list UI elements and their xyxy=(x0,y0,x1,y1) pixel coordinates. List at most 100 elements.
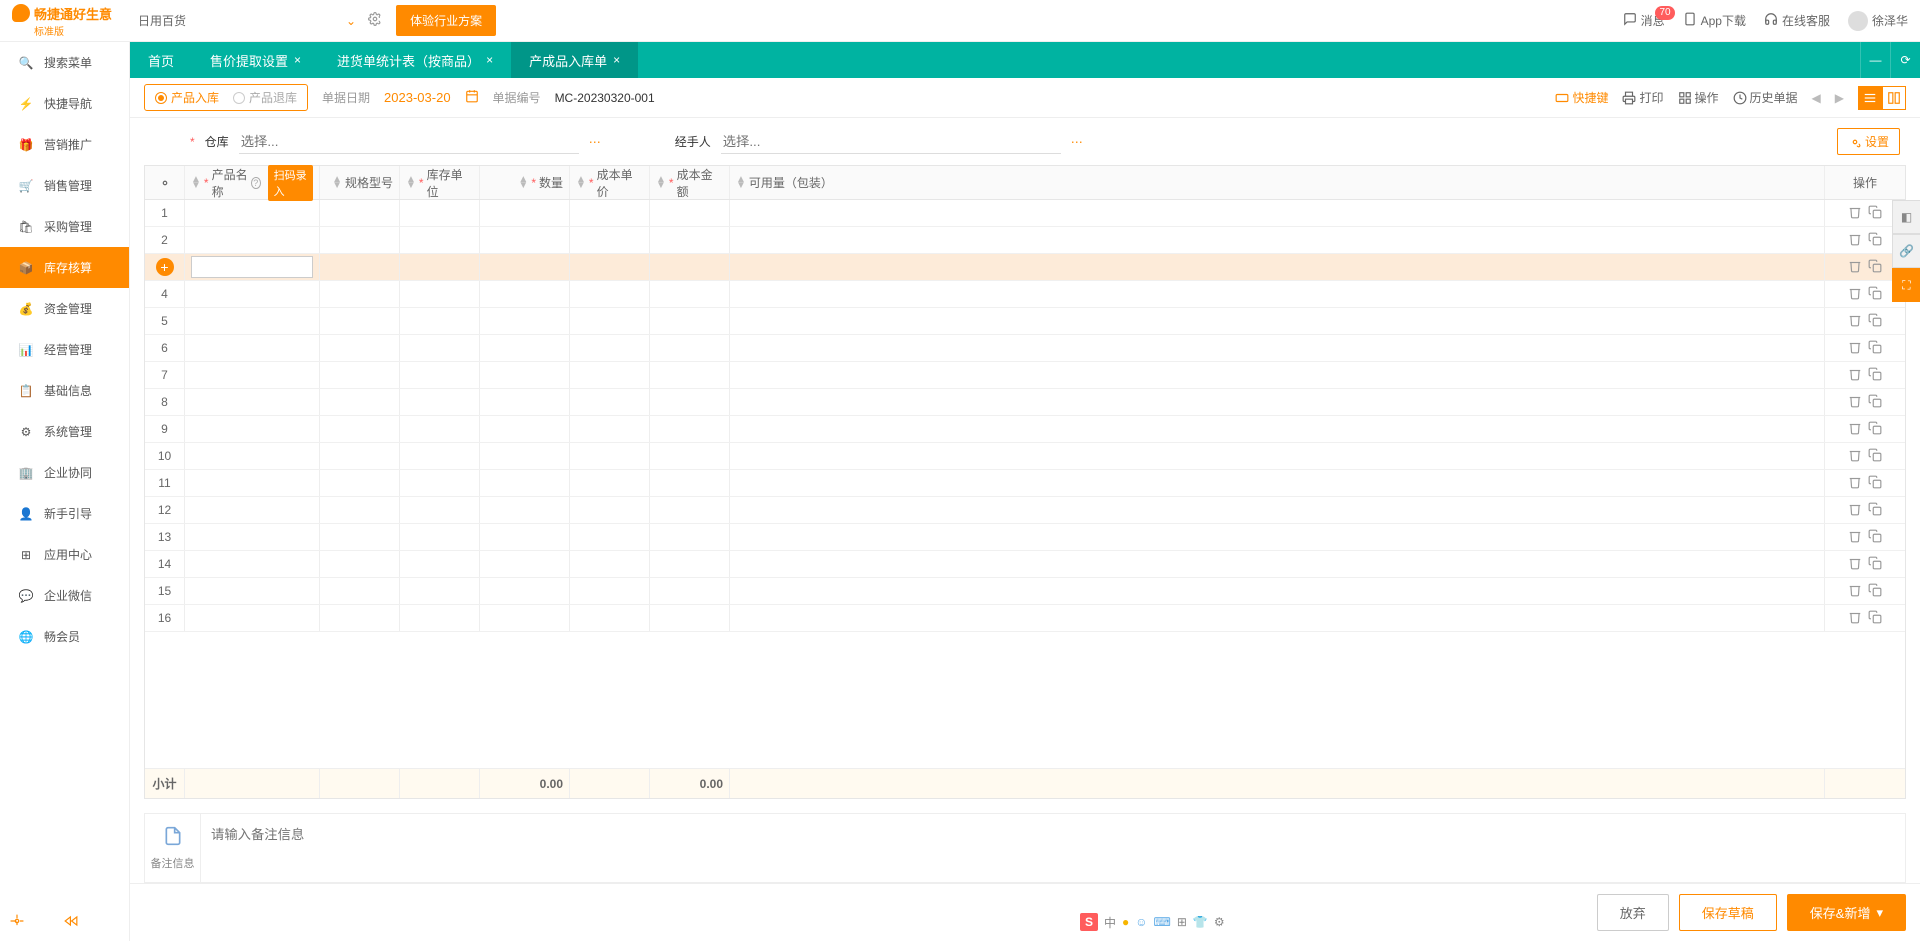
delete-row-icon[interactable] xyxy=(1848,421,1862,438)
copy-row-icon[interactable] xyxy=(1868,286,1882,303)
app-download-button[interactable]: App下载 xyxy=(1683,12,1746,29)
sidebar-item-10[interactable]: 🏢企业协同 xyxy=(0,452,129,493)
delete-row-icon[interactable] xyxy=(1848,475,1862,492)
tab-2[interactable]: 进货单统计表（按商品）× xyxy=(319,42,511,78)
delete-row-icon[interactable] xyxy=(1848,340,1862,357)
history-button[interactable]: 历史单据 xyxy=(1733,89,1798,106)
table-row[interactable]: 10 xyxy=(145,443,1905,470)
sidebar-item-13[interactable]: 💬企业微信 xyxy=(0,575,129,616)
copy-row-icon[interactable] xyxy=(1868,448,1882,465)
sidebar-item-7[interactable]: 📊经营管理 xyxy=(0,329,129,370)
view-list-icon[interactable] xyxy=(1858,86,1882,110)
close-icon[interactable]: × xyxy=(294,53,301,67)
col-unit[interactable]: ▲▼ *库存单位 xyxy=(400,166,480,199)
float-tool-2-icon[interactable]: 🔗 xyxy=(1892,234,1920,268)
table-row[interactable]: 4 xyxy=(145,281,1905,308)
copy-row-icon[interactable] xyxy=(1868,232,1882,249)
table-row[interactable]: + xyxy=(145,254,1905,281)
delete-row-icon[interactable] xyxy=(1848,529,1862,546)
shortcut-keys-button[interactable]: 快捷键 xyxy=(1555,89,1608,106)
table-row[interactable]: 15 xyxy=(145,578,1905,605)
col-amt[interactable]: ▲▼ *成本金额 xyxy=(650,166,730,199)
delete-row-icon[interactable] xyxy=(1848,286,1862,303)
copy-row-icon[interactable] xyxy=(1868,502,1882,519)
copy-row-icon[interactable] xyxy=(1868,205,1882,222)
col-qty[interactable]: ▲▼ *数量 xyxy=(480,166,570,199)
col-product-name[interactable]: ▲▼ *产品名称 ? 扫码录入 xyxy=(185,166,320,199)
table-row[interactable]: 16 xyxy=(145,605,1905,632)
experience-button[interactable]: 体验行业方案 xyxy=(396,5,496,36)
more-icon[interactable]: ⋯ xyxy=(589,135,601,149)
sidebar-item-5[interactable]: 📦库存核算 xyxy=(0,247,129,288)
col-spec[interactable]: ▲▼ 规格型号 xyxy=(320,166,400,199)
col-price[interactable]: ▲▼ *成本单价 xyxy=(570,166,650,199)
nav-prev-icon[interactable]: ◀ xyxy=(1812,91,1821,105)
tab-3[interactable]: 产成品入库单× xyxy=(511,42,638,78)
gear-icon[interactable] xyxy=(10,914,24,931)
messages-button[interactable]: 消息 70 xyxy=(1623,12,1665,29)
department-select[interactable]: 日用百货 ⌄ xyxy=(138,12,356,29)
tabs-minimize-icon[interactable]: — xyxy=(1860,42,1890,78)
date-value[interactable]: 2023-03-20 xyxy=(384,90,451,105)
sidebar-item-4[interactable]: 🛍采购管理 xyxy=(0,206,129,247)
sidebar-item-9[interactable]: ⚙系统管理 xyxy=(0,411,129,452)
table-row[interactable]: 13 xyxy=(145,524,1905,551)
copy-row-icon[interactable] xyxy=(1868,367,1882,384)
save-draft-button[interactable]: 保存草稿 xyxy=(1679,894,1777,931)
sidebar-item-11[interactable]: 👤新手引导 xyxy=(0,493,129,534)
warehouse-input[interactable] xyxy=(239,130,579,154)
copy-row-icon[interactable] xyxy=(1868,529,1882,546)
discard-button[interactable]: 放弃 xyxy=(1597,894,1669,931)
online-service-button[interactable]: 在线客服 xyxy=(1764,12,1830,29)
table-row[interactable]: 5 xyxy=(145,308,1905,335)
copy-row-icon[interactable] xyxy=(1868,259,1882,276)
help-icon[interactable]: ? xyxy=(251,177,261,189)
more-icon[interactable]: ⋯ xyxy=(1071,135,1083,149)
delete-row-icon[interactable] xyxy=(1848,610,1862,627)
add-row-icon[interactable]: + xyxy=(156,258,174,276)
close-icon[interactable]: × xyxy=(486,53,493,67)
scan-entry-chip[interactable]: 扫码录入 xyxy=(268,165,313,201)
table-row[interactable]: 6 xyxy=(145,335,1905,362)
table-row[interactable]: 9 xyxy=(145,416,1905,443)
table-row[interactable]: 11 xyxy=(145,470,1905,497)
tabs-refresh-icon[interactable]: ⟳ xyxy=(1890,42,1920,78)
save-and-new-button[interactable]: 保存&新增 ▾ xyxy=(1787,894,1906,931)
delete-row-icon[interactable] xyxy=(1848,394,1862,411)
col-config-icon[interactable] xyxy=(145,166,185,199)
float-tool-1-icon[interactable]: ◧ xyxy=(1892,200,1920,234)
copy-row-icon[interactable] xyxy=(1868,421,1882,438)
collapse-icon[interactable] xyxy=(64,914,78,931)
sidebar-item-3[interactable]: 🛒销售管理 xyxy=(0,165,129,206)
sidebar-item-12[interactable]: ⊞应用中心 xyxy=(0,534,129,575)
table-row[interactable]: 7 xyxy=(145,362,1905,389)
table-row[interactable]: 1 xyxy=(145,200,1905,227)
tab-1[interactable]: 售价提取设置× xyxy=(192,42,319,78)
table-row[interactable]: 8 xyxy=(145,389,1905,416)
copy-row-icon[interactable] xyxy=(1868,583,1882,600)
copy-row-icon[interactable] xyxy=(1868,475,1882,492)
gear-icon[interactable] xyxy=(368,12,382,29)
print-button[interactable]: 打印 xyxy=(1622,89,1663,106)
calendar-icon[interactable] xyxy=(465,89,479,106)
copy-row-icon[interactable] xyxy=(1868,313,1882,330)
radio-product-in[interactable]: 产品入库 xyxy=(155,89,219,106)
table-settings-button[interactable]: 设置 xyxy=(1837,128,1900,155)
radio-product-out[interactable]: 产品退库 xyxy=(233,89,297,106)
copy-row-icon[interactable] xyxy=(1868,610,1882,627)
sidebar-item-1[interactable]: ⚡快捷导航 xyxy=(0,83,129,124)
sidebar-item-0[interactable]: 🔍搜索菜单 xyxy=(0,42,129,83)
col-available[interactable]: ▲▼ 可用量（包装） xyxy=(730,166,1825,199)
delete-row-icon[interactable] xyxy=(1848,367,1862,384)
tab-0[interactable]: 首页 xyxy=(130,42,192,78)
copy-row-icon[interactable] xyxy=(1868,394,1882,411)
delete-row-icon[interactable] xyxy=(1848,259,1862,276)
remark-input[interactable] xyxy=(201,814,1905,882)
table-row[interactable]: 2 xyxy=(145,227,1905,254)
delete-row-icon[interactable] xyxy=(1848,502,1862,519)
delete-row-icon[interactable] xyxy=(1848,556,1862,573)
ops-button[interactable]: 操作 xyxy=(1678,89,1719,106)
delete-row-icon[interactable] xyxy=(1848,448,1862,465)
copy-row-icon[interactable] xyxy=(1868,556,1882,573)
delete-row-icon[interactable] xyxy=(1848,232,1862,249)
